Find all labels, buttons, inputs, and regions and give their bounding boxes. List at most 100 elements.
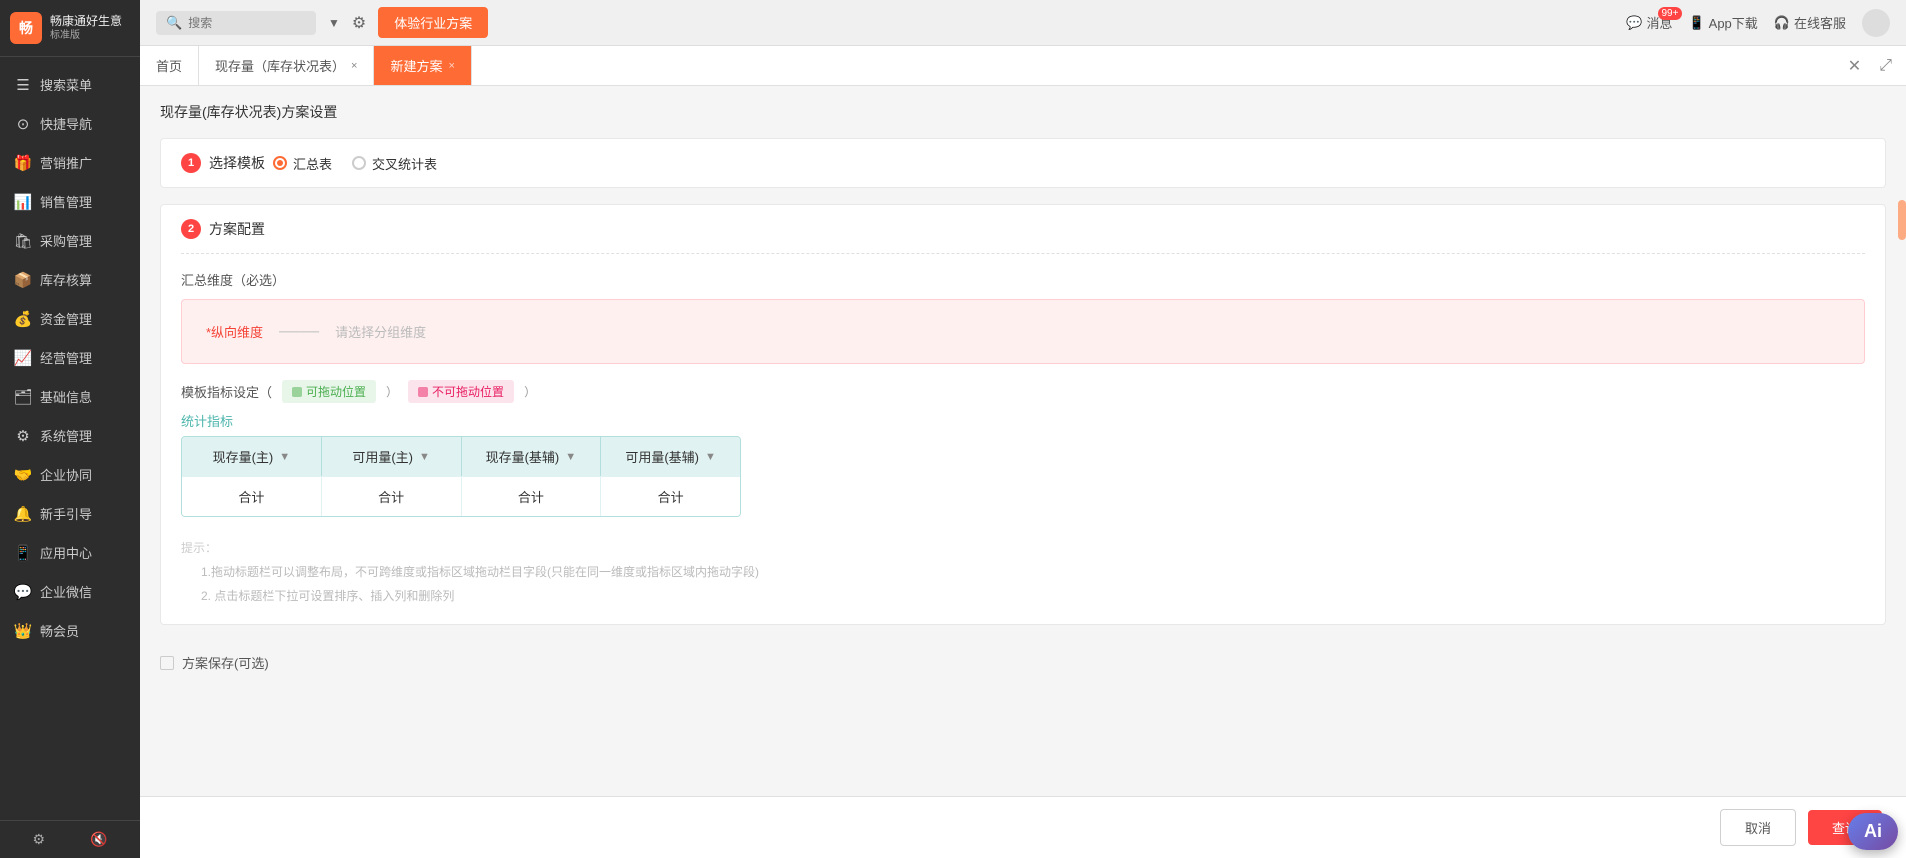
radio-summary-circle — [273, 156, 287, 170]
sidebar-item-new-guide[interactable]: 🔔新手引导 — [0, 494, 140, 533]
sidebar-item-marketing[interactable]: 🎁营销推广 — [0, 143, 140, 182]
nav-label-purchase: 采购管理 — [40, 231, 92, 250]
nav-label-new-guide: 新手引导 — [40, 504, 92, 523]
nav-label-system: 系统管理 — [40, 426, 92, 445]
table-header-cell-0[interactable]: 现存量(主)▼ — [182, 437, 322, 476]
nav-icon-search-menu: ☰ — [14, 76, 32, 94]
logo-text: 畅康通好生意 标准版 — [50, 14, 122, 43]
chevron-down-icon-0: ▼ — [279, 451, 290, 463]
nav-label-quick-nav: 快捷导航 — [40, 114, 92, 133]
search-icon: 🔍 — [166, 15, 182, 31]
sidebar-item-purchase[interactable]: 🛍采购管理 — [0, 221, 140, 260]
tab-new-scheme-close-icon[interactable]: × — [448, 60, 454, 72]
indicators-separator: ） — [386, 383, 398, 400]
fixed-badge: 不可拖动位置 — [408, 380, 514, 403]
table-data-cell-1: 合计 — [322, 477, 462, 516]
summary-dim-label: 汇总维度（必选） — [181, 270, 1865, 289]
tab-inventory-close-icon[interactable]: × — [351, 60, 357, 72]
user-avatar[interactable] — [1862, 9, 1890, 37]
topbar-search-box[interactable]: 🔍 — [156, 11, 316, 35]
step1-card: 1 选择模板 汇总表 交叉统计表 — [160, 138, 1886, 188]
tab-close-icon[interactable]: ✕ — [1842, 54, 1867, 78]
nav-icon-app-center: 📱 — [14, 544, 32, 562]
sidebar-item-app-center[interactable]: 📱 应用中心 — [0, 533, 140, 572]
table-data-row: 合计合计合计合计 — [182, 476, 740, 516]
online-service-item[interactable]: 🎧 在线客服 — [1774, 13, 1846, 32]
save-label: 方案保存(可选) — [182, 653, 269, 672]
content-area: 现存量(库存状况表)方案设置 1 选择模板 汇总表 交叉统计表 — [140, 86, 1906, 796]
topbar: 🔍 ▼ ⚙ 体验行业方案 💬 消息 99+ 📱 App下载 🎧 在线客服 — [140, 0, 1906, 46]
sidebar-item-member[interactable]: 👑畅会员 — [0, 611, 140, 650]
topbar-gear-icon[interactable]: ⚙ — [352, 13, 366, 33]
sidebar-item-corp-wechat[interactable]: 💬企业微信 — [0, 572, 140, 611]
dimension-picker[interactable]: *纵向维度 —— 请选择分组维度 — [181, 299, 1865, 364]
tab-new-scheme[interactable]: 新建方案 × — [374, 46, 471, 85]
sidebar-item-inventory[interactable]: 📦 库存核算 — [0, 260, 140, 299]
radio-summary[interactable]: 汇总表 — [273, 154, 332, 173]
bottom-action-bar: 取消 查询 — [140, 796, 1906, 858]
table-data-cell-2: 合计 — [462, 477, 602, 516]
tab-expand-icon[interactable]: ⤢ — [1873, 55, 1898, 77]
sidebar-item-corp-agree[interactable]: 🤝企业协同 — [0, 455, 140, 494]
ai-fab-button[interactable]: Ai — [1848, 813, 1898, 850]
table-header-cell-2[interactable]: 现存量(基辅)▼ — [462, 437, 602, 476]
stats-label: 统计指标 — [181, 411, 1865, 430]
sidebar-item-search-menu[interactable]: ☰搜索菜单 — [0, 65, 140, 104]
nav-label-app-center: 应用中心 — [40, 543, 92, 562]
app-download-item[interactable]: 📱 App下载 — [1688, 13, 1757, 32]
industry-btn[interactable]: 体验行业方案 — [378, 7, 488, 38]
step2-header: 2 方案配置 — [161, 205, 1885, 253]
fixed-dot — [418, 387, 428, 397]
mute-footer-icon[interactable]: 🔇 — [90, 831, 107, 848]
tabs-right-controls: ✕ ⤢ — [1842, 54, 1906, 78]
topbar-right: 💬 消息 99+ 📱 App下载 🎧 在线客服 — [1626, 9, 1890, 37]
sidebar-item-system[interactable]: ⚙ 系统管理 — [0, 416, 140, 455]
step1-number: 1 — [181, 153, 201, 173]
sidebar-item-operations[interactable]: 📈经营管理 — [0, 338, 140, 377]
search-input[interactable] — [188, 16, 288, 30]
message-item[interactable]: 💬 消息 99+ — [1626, 13, 1672, 32]
step2-number: 2 — [181, 219, 201, 239]
template-radio-group: 汇总表 交叉统计表 — [273, 154, 437, 173]
sidebar-logo: 畅 畅康通好生意 标准版 — [0, 0, 140, 57]
tip-item-1: 1.拖动标题栏可以调整布局，不可跨维度或指标区域拖动栏目字段(只能在同一维度或指… — [181, 560, 1865, 584]
main-area: 🔍 ▼ ⚙ 体验行业方案 💬 消息 99+ 📱 App下载 🎧 在线客服 — [140, 0, 1906, 858]
sidebar-item-basic-info[interactable]: 🗂基础信息 — [0, 377, 140, 416]
step2-content: 汇总维度（必选） *纵向维度 —— 请选择分组维度 模板指标设定（ 可拖动位置 … — [161, 254, 1885, 624]
nav-label-corp-wechat: 企业微信 — [40, 582, 92, 601]
dimension-dash: —— — [279, 320, 319, 343]
tab-home[interactable]: 首页 — [140, 46, 199, 85]
sidebar-nav: ☰搜索菜单⊙快捷导航🎁营销推广📊销售管理🛍采购管理 📦 库存核算 💰资金管理📈经营管理… — [0, 57, 140, 820]
sidebar-item-quick-nav[interactable]: ⊙快捷导航 — [0, 104, 140, 143]
nav-icon-operations: 📈 — [14, 349, 32, 367]
indicators-section: 模板指标设定（ 可拖动位置 ） 不可拖动位置 ） 统计指标 — [181, 380, 1865, 520]
settings-footer-icon[interactable]: ⚙ — [33, 831, 46, 848]
chevron-down-icon-1: ▼ — [419, 451, 430, 463]
nav-label-marketing: 营销推广 — [40, 153, 92, 172]
table-data-cell-3: 合计 — [601, 477, 740, 516]
nav-icon-corp-agree: 🤝 — [14, 466, 32, 484]
step2-card: 2 方案配置 汇总维度（必选） *纵向维度 —— 请选择分组维度 模板指标设定（ — [160, 204, 1886, 625]
nav-label-inventory: 库存核算 — [40, 270, 92, 289]
cancel-button[interactable]: 取消 — [1720, 809, 1796, 846]
indicator-table: 现存量(主)▼可用量(主)▼现存量(基辅)▼可用量(基辅)▼ 合计合计合计合计 — [181, 436, 741, 517]
message-badge: 99+ — [1658, 7, 1683, 20]
table-header-cell-1[interactable]: 可用量(主)▼ — [322, 437, 462, 476]
tab-inventory-status[interactable]: 现存量（库存状况表） × — [199, 46, 374, 85]
radio-cross-circle — [352, 156, 366, 170]
save-section: 方案保存(可选) — [160, 641, 1886, 672]
save-checkbox[interactable] — [160, 656, 174, 670]
nav-icon-inventory: 📦 — [14, 271, 32, 289]
sidebar-item-sales[interactable]: 📊销售管理 — [0, 182, 140, 221]
table-data-cell-0: 合计 — [182, 477, 322, 516]
sidebar-item-finance[interactable]: 💰资金管理 — [0, 299, 140, 338]
nav-icon-sales: 📊 — [14, 193, 32, 211]
sidebar-footer: ⚙ 🔇 — [0, 820, 140, 858]
scroll-thumb[interactable] — [1898, 200, 1906, 240]
table-header-cell-3[interactable]: 可用量(基辅)▼ — [601, 437, 740, 476]
dimension-placeholder: 请选择分组维度 — [335, 322, 426, 341]
topbar-chevron-icon[interactable]: ▼ — [328, 16, 340, 30]
nav-label-member: 畅会员 — [40, 621, 79, 640]
radio-cross[interactable]: 交叉统计表 — [352, 154, 437, 173]
nav-icon-system: ⚙ — [14, 427, 32, 445]
